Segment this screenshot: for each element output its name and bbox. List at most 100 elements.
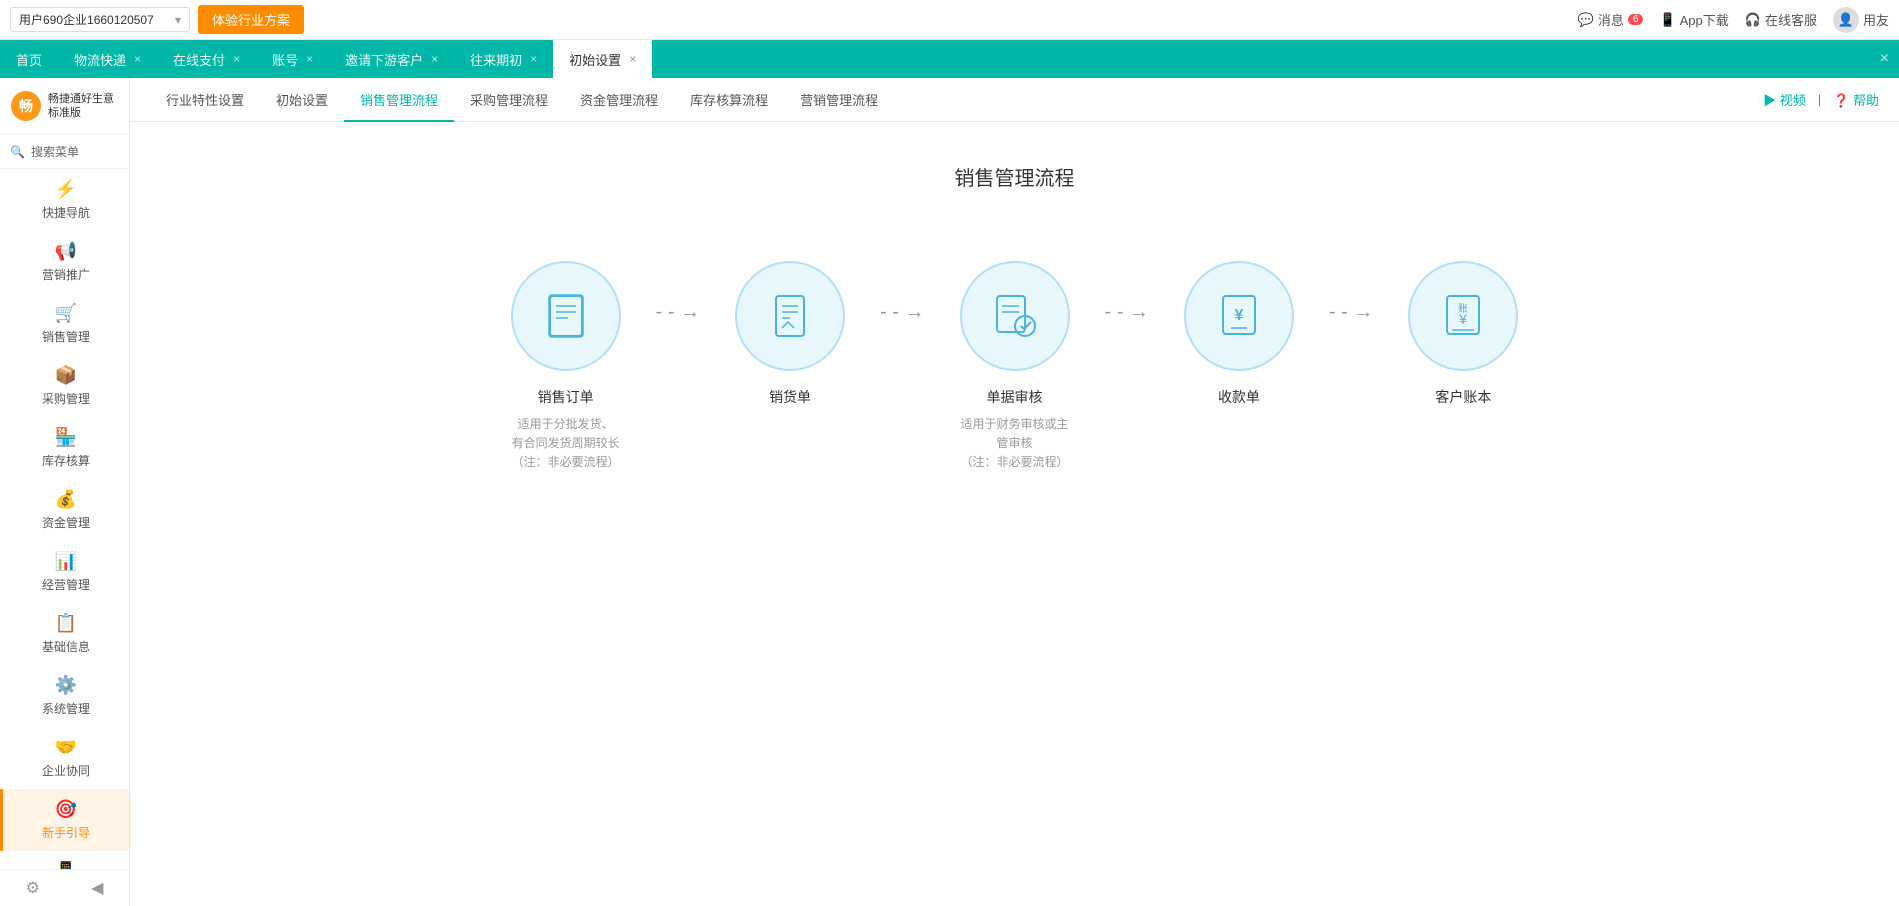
flow-circle-sales-invoice[interactable] [735, 261, 845, 371]
sidebar-item-sales[interactable]: 🛒 销售管理 [0, 293, 129, 355]
user-menu-button[interactable]: 👤 用友 [1833, 7, 1889, 33]
app-download-label: App下载 [1680, 10, 1729, 29]
sidebar-item-marketing[interactable]: 📢 营销推广 [0, 231, 129, 293]
flow-node-sales-order: 销售订单 适用于分批发货、有合同发货周期较长（注：非必要流程） [476, 261, 656, 473]
sub-tab-inventory-flow-label: 库存核算流程 [690, 90, 768, 109]
sidebar: 畅 畅捷通好生意 标准版 🔍 搜索菜单 ⚡ 快捷导航 📢 营销推广 🛒 销售管理 [0, 78, 130, 906]
nav-tab-payment[interactable]: 在线支付 × [157, 40, 256, 78]
flow-diagram: 销售订单 适用于分批发货、有合同发货周期较长（注：非必要流程） - - → [150, 241, 1879, 493]
sidebar-item-inventory[interactable]: 🏪 库存核算 [0, 417, 129, 479]
sidebar-item-app-center[interactable]: 📱 应用中心 [0, 851, 129, 869]
quick-nav-label: 快捷导航 [42, 204, 90, 221]
nav-tab-period-close[interactable]: × [530, 52, 537, 66]
online-service-button[interactable]: 🎧 在线客服 [1745, 10, 1817, 29]
purchase-icon: 📦 [55, 365, 77, 386]
flow-circle-customer-ledger[interactable]: 账 ¥ [1408, 261, 1518, 371]
nav-tab-init-close[interactable]: × [629, 52, 636, 66]
video-icon: ▶ [1763, 93, 1776, 108]
sub-tab-inventory-flow[interactable]: 库存核算流程 [674, 78, 784, 122]
sub-tab-industry[interactable]: 行业特性设置 [150, 78, 260, 122]
message-icon: 💬 [1578, 12, 1594, 28]
main-layout: 畅 畅捷通好生意 标准版 🔍 搜索菜单 ⚡ 快捷导航 📢 营销推广 🛒 销售管理 [0, 78, 1899, 906]
customer-ledger-icon: 账 ¥ [1437, 290, 1489, 342]
sub-tabs: 行业特性设置 初始设置 销售管理流程 采购管理流程 资金管理流程 库存核算流程 [130, 78, 1899, 122]
operations-label: 经营管理 [42, 576, 90, 593]
nav-tab-period[interactable]: 往来期初 × [454, 40, 553, 78]
sales-invoice-label: 销货单 [769, 387, 811, 407]
quick-nav-icon: ⚡ [55, 179, 77, 200]
sub-tab-purchase-flow[interactable]: 采购管理流程 [454, 78, 564, 122]
nav-tab-logistics-close[interactable]: × [134, 52, 141, 66]
nav-tab-payment-close[interactable]: × [233, 52, 240, 66]
sidebar-item-purchase[interactable]: 📦 采购管理 [0, 355, 129, 417]
nav-tab-logistics[interactable]: 物流快递 × [58, 40, 157, 78]
sub-tabs-right: ▶ 视频 | ❓ 帮助 [1763, 90, 1879, 109]
guide-icon: 🎯 [55, 799, 77, 820]
content-area: 行业特性设置 初始设置 销售管理流程 采购管理流程 资金管理流程 库存核算流程 [130, 78, 1899, 906]
settings-bottom-button[interactable]: ⚙ [26, 878, 40, 898]
flow-circle-sales-order[interactable] [511, 261, 621, 371]
top-bar: 用户690企业1660120507 ▾ 体验行业方案 💬 消息 6 📱 App下… [0, 0, 1899, 40]
receipt-label: 收款单 [1218, 387, 1260, 407]
customer-ledger-label: 客户账本 [1435, 387, 1491, 407]
sidebar-item-system[interactable]: ⚙️ 系统管理 [0, 665, 129, 727]
sub-tab-industry-label: 行业特性设置 [166, 90, 244, 109]
sidebar-item-finance[interactable]: 💰 资金管理 [0, 479, 129, 541]
flow-node-receipt: ¥ 收款单 [1149, 261, 1329, 415]
nav-tab-invite[interactable]: 邀请下游客户 × [329, 40, 454, 78]
collapse-button[interactable]: ◀ [91, 878, 103, 898]
message-button[interactable]: 💬 消息 6 [1578, 10, 1644, 29]
sub-tab-sales-flow[interactable]: 销售管理流程 [344, 78, 454, 122]
nav-close-all-button[interactable]: × [1880, 50, 1889, 68]
flow-arrow-2: - - → [880, 261, 924, 324]
flow-arrow-4: - - → [1329, 261, 1373, 324]
sidebar-bottom: ⚙ ◀ [0, 869, 129, 906]
flow-circle-doc-review[interactable] [960, 261, 1070, 371]
sidebar-search[interactable]: 🔍 搜索菜单 [0, 135, 129, 169]
sub-tab-initial[interactable]: 初始设置 [260, 78, 344, 122]
nav-tab-account[interactable]: 账号 × [256, 40, 329, 78]
sidebar-items: ⚡ 快捷导航 📢 营销推广 🛒 销售管理 📦 采购管理 🏪 库存核算 💰 [0, 169, 129, 869]
message-badge: 6 [1628, 14, 1644, 25]
sidebar-item-base-info[interactable]: 📋 基础信息 [0, 603, 129, 665]
purchase-label: 采购管理 [42, 390, 90, 407]
avatar-icon: 👤 [1838, 12, 1854, 28]
inventory-label: 库存核算 [42, 452, 90, 469]
nav-tab-init[interactable]: 初始设置 × [553, 40, 652, 78]
experience-button[interactable]: 体验行业方案 [198, 5, 304, 34]
sidebar-item-enterprise[interactable]: 🤝 企业协同 [0, 727, 129, 789]
sidebar-item-guide[interactable]: 🎯 新手引导 [0, 789, 129, 851]
sidebar-item-operations[interactable]: 📊 经营管理 [0, 541, 129, 603]
sub-tab-finance-flow[interactable]: 资金管理流程 [564, 78, 674, 122]
nav-tab-init-label: 初始设置 [569, 50, 621, 69]
nav-tab-invite-close[interactable]: × [431, 52, 438, 66]
receipt-icon: ¥ [1213, 290, 1265, 342]
doc-review-icon [989, 290, 1041, 342]
sub-tab-sales-flow-label: 销售管理流程 [360, 90, 438, 109]
nav-tab-logistics-label: 物流快递 [74, 50, 126, 69]
app-logo-icon: 畅 [10, 90, 42, 122]
sub-tab-marketing-flow[interactable]: 营销管理流程 [784, 78, 894, 122]
app-download-button[interactable]: 📱 App下载 [1659, 10, 1728, 29]
nav-tab-home[interactable]: 首页 [0, 40, 58, 78]
finance-icon: 💰 [55, 489, 77, 510]
nav-tab-period-label: 往来期初 [470, 50, 522, 69]
sidebar-item-quick-nav[interactable]: ⚡ 快捷导航 [0, 169, 129, 231]
video-link[interactable]: ▶ 视频 [1763, 90, 1806, 109]
search-icon: 🔍 [10, 145, 25, 159]
nav-tab-account-close[interactable]: × [306, 52, 313, 66]
user-name-label: 用友 [1863, 10, 1889, 29]
operations-icon: 📊 [55, 551, 77, 572]
help-link[interactable]: ❓ 帮助 [1833, 90, 1879, 109]
flow-circle-receipt[interactable]: ¥ [1184, 261, 1294, 371]
svg-text:畅: 畅 [19, 98, 33, 114]
svg-text:¥: ¥ [1234, 307, 1243, 324]
top-bar-right: 💬 消息 6 📱 App下载 🎧 在线客服 👤 用友 [1578, 7, 1889, 33]
online-service-label: 在线客服 [1765, 10, 1817, 29]
sales-invoice-icon [764, 290, 816, 342]
user-selector[interactable]: 用户690企业1660120507 ▾ [10, 7, 190, 32]
sales-order-desc: 适用于分批发货、有合同发货周期较长（注：非必要流程） [512, 415, 620, 473]
app-center-icon: 📱 [55, 861, 77, 869]
nav-tab-payment-label: 在线支付 [173, 50, 225, 69]
enterprise-icon: 🤝 [55, 737, 77, 758]
